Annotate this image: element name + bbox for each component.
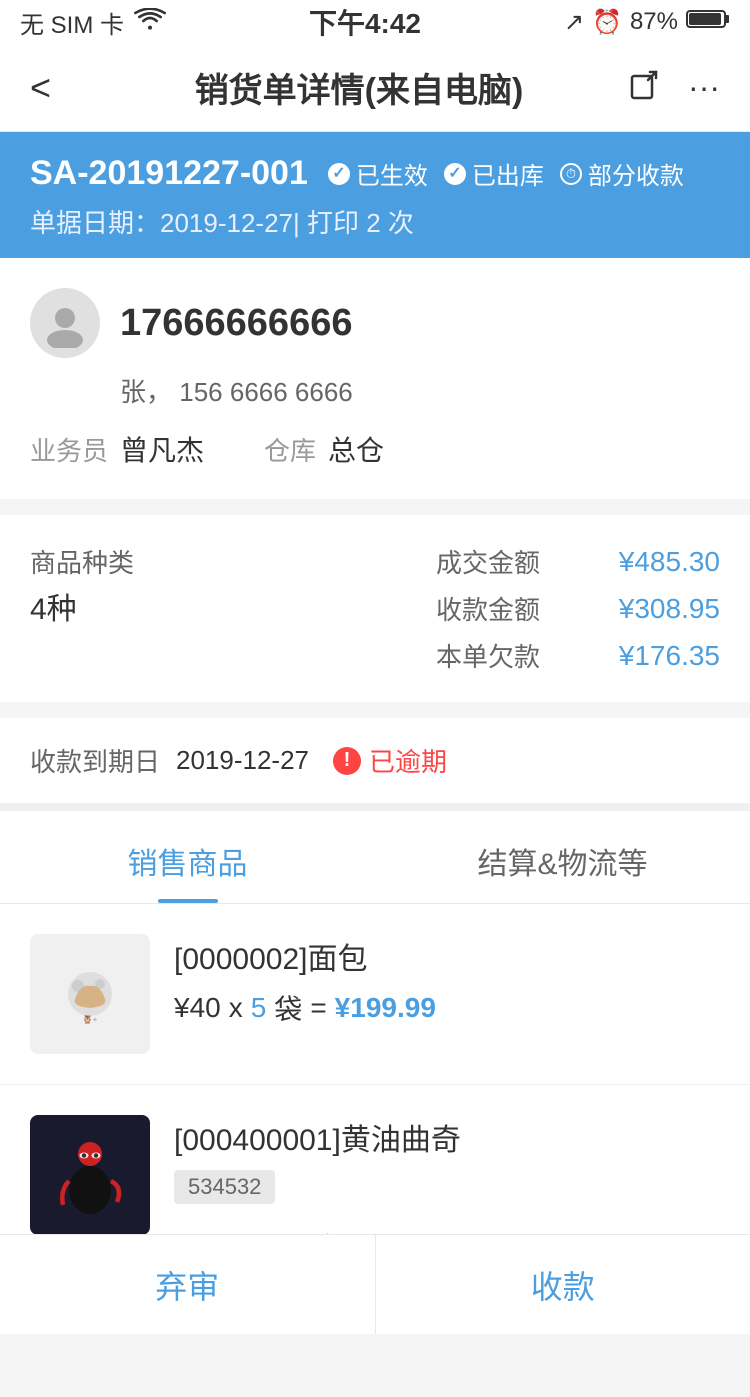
product-name-cookies: [000400001]黄油曲奇 [174,1115,720,1159]
debt-row: 本单欠款 ¥176.35 [436,637,720,674]
tab-settlement-logistics[interactable]: 结算&物流等 [375,811,750,903]
product-image-cookies [30,1115,150,1235]
tabs: 销售商品 结算&物流等 [0,811,750,904]
battery-text: 87% [630,8,678,36]
order-header: SA-20191227-001 ✓ 已生效 ✓ 已出库 ⏱ 部分收款 单据日期：… [0,132,750,258]
status-left: 无 SIM 卡 [20,5,166,40]
order-id: SA-20191227-001 [30,154,308,193]
wifi-icon [134,8,166,37]
svg-text:🦉+: 🦉+ [83,1015,98,1024]
collect-button[interactable]: 收款 [376,1235,750,1334]
status-badge-effective: ✓ 已生效 [328,156,428,191]
status-time: 下午4:42 [309,2,421,42]
customer-phone: 17666666666 [120,302,352,345]
reject-button[interactable]: 弃审 [0,1235,376,1334]
product-tag-cookies: 534532 [174,1170,275,1204]
export-icon[interactable] [628,66,664,110]
due-date-section: 收款到期日 2019-12-27 ! 已逾期 [0,718,750,811]
status-right: ↗ ⏰ 87% [564,8,730,37]
status-badge-partial: ⏱ 部分收款 [560,156,684,191]
product-price-bread: ¥40 x 5 袋 = ¥199.99 [174,988,720,1028]
product-info-bread: [0000002]面包 ¥40 x 5 袋 = ¥199.99 [174,934,720,1028]
stats-section: 商品种类 4种 成交金额 ¥485.30 收款金额 ¥308.95 本单欠款 ¥… [0,515,750,702]
amount-row: 成交金额 ¥485.30 [436,543,720,580]
more-icon[interactable]: ··· [688,69,720,106]
product-image-bread: 🦉+ [30,934,150,1054]
battery-icon [686,8,730,37]
bottom-bar: 弃审 收款 [0,1234,750,1334]
sales-info: 业务员 曾凡杰 [30,429,204,469]
clock-icon: ⏰ [592,8,622,37]
order-date: 单据日期：2019-12-27| 打印 2 次 [30,203,720,240]
location-icon: ↗ [564,8,584,37]
avatar [30,288,100,358]
tab-sales-products[interactable]: 销售商品 [0,811,375,903]
status-badges: ✓ 已生效 ✓ 已出库 ⏱ 部分收款 [328,156,684,191]
due-label: 收款到期日 [30,742,160,779]
warehouse-info: 仓库 总仓 [264,429,384,469]
nav-actions: ··· [628,66,720,110]
carrier-text: 无 SIM 卡 [20,5,124,40]
product-name-bread: [0000002]面包 [174,934,720,978]
status-badge-shipped: ✓ 已出库 [444,156,544,191]
overdue-icon: ! [333,747,361,775]
back-button[interactable]: < [30,67,90,109]
stats-right: 成交金额 ¥485.30 收款金额 ¥308.95 本单欠款 ¥176.35 [436,543,720,674]
list-item: 🦉+ [0000002]面包 ¥40 x 5 袋 = ¥199.99 [0,904,750,1085]
overdue-badge: ! 已逾期 [333,742,447,779]
nav-bar: < 销货单详情(来自电脑) ··· [0,44,750,132]
customer-meta: 业务员 曾凡杰 仓库 总仓 [30,429,720,469]
receipt-row: 收款金额 ¥308.95 [436,590,720,627]
page-title: 销货单详情(来自电脑) [90,63,628,112]
customer-contact: 张， 156 6666 6666 [120,372,720,409]
overdue-text: 已逾期 [369,742,447,779]
category-count: 4种 [30,584,134,628]
stats-left: 商品种类 4种 [30,543,134,628]
due-date: 2019-12-27 [176,745,309,776]
customer-section: 17666666666 张， 156 6666 6666 业务员 曾凡杰 仓库 … [0,258,750,499]
category-label: 商品种类 [30,543,134,580]
status-bar: 无 SIM 卡 下午4:42 ↗ ⏰ 87% [0,0,750,44]
